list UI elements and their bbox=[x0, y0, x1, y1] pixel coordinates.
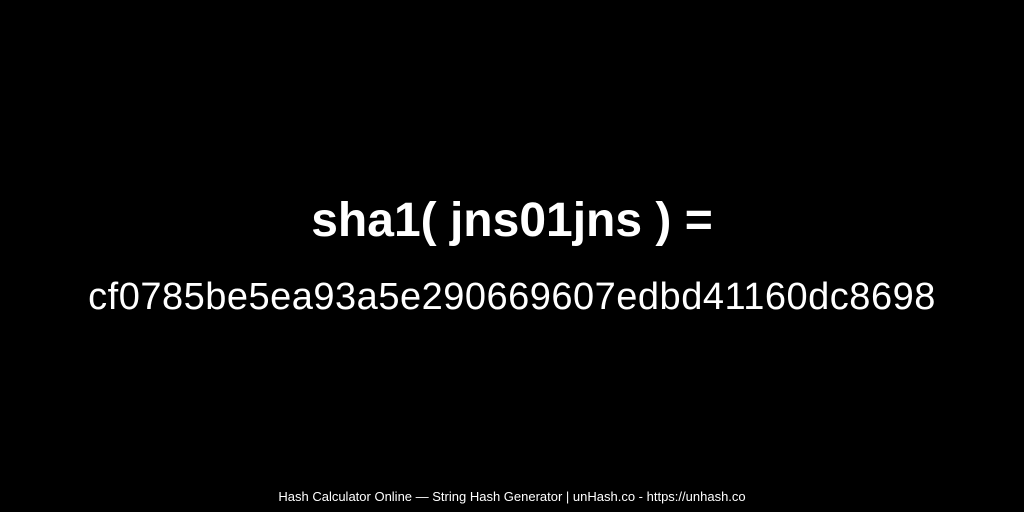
main-content: sha1( jns01jns ) = cf0785be5ea93a5e29066… bbox=[88, 0, 936, 512]
hash-expression: sha1( jns01jns ) = bbox=[311, 193, 713, 248]
hash-result: cf0785be5ea93a5e290669607edbd41160dc8698 bbox=[88, 276, 936, 319]
footer-text: Hash Calculator Online — String Hash Gen… bbox=[0, 489, 1024, 504]
